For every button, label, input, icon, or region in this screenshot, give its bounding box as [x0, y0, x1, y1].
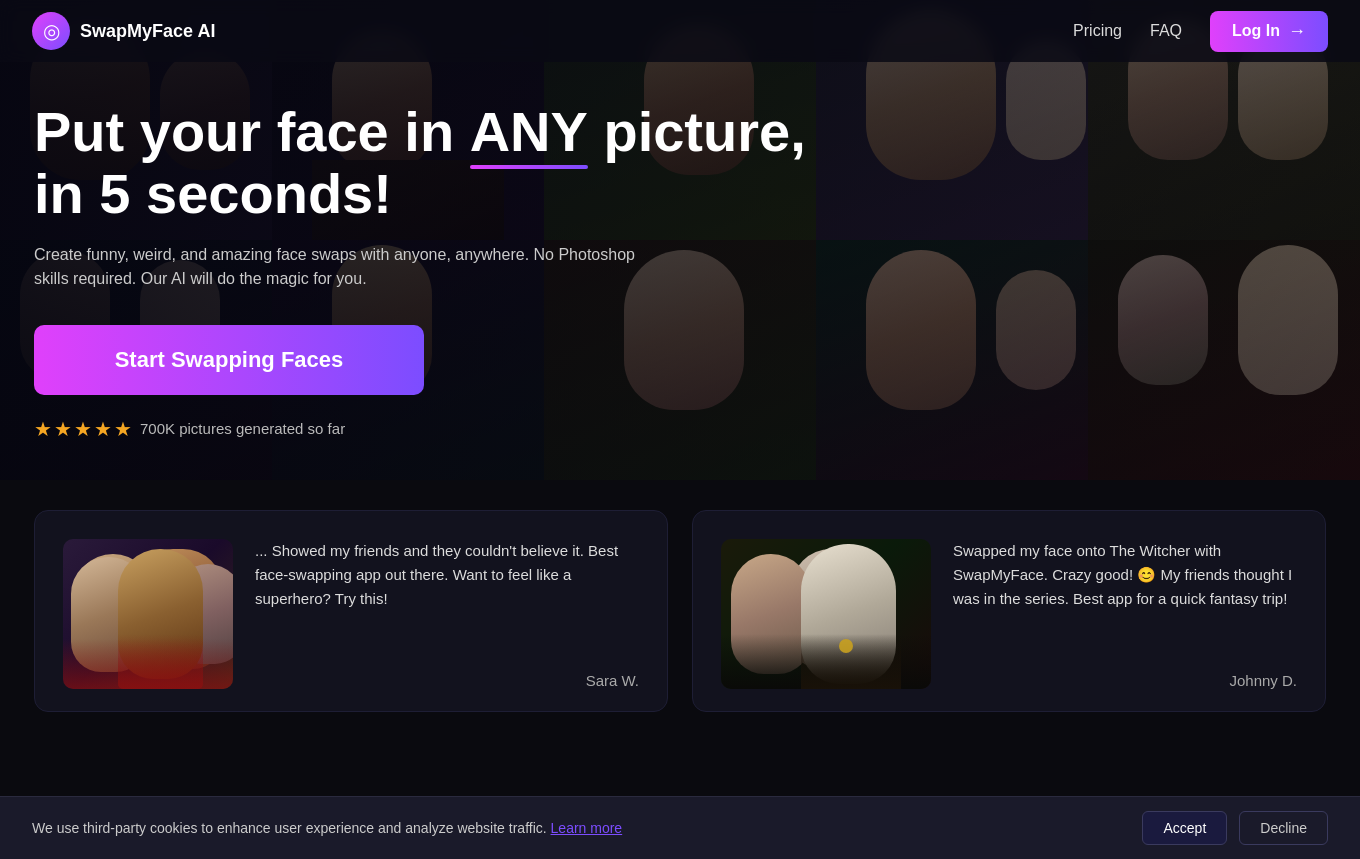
hero-title-highlight: ANY	[470, 101, 588, 163]
testimonial-card-1: ... Showed my friends and they couldn't …	[34, 510, 668, 712]
cookie-decline-button[interactable]: Decline	[1239, 811, 1328, 845]
hero-title-part1: Put your face in	[34, 100, 470, 163]
hero-subtitle: Create funny, weird, and amazing face sw…	[34, 243, 654, 291]
testimonial-text-2: Swapped my face onto The Witcher with Sw…	[953, 539, 1297, 611]
nav-left: ◎ SwapMyFace AI	[32, 12, 215, 50]
star-3: ★	[74, 417, 92, 441]
star-2: ★	[54, 417, 72, 441]
testimonial-content-1: ... Showed my friends and they couldn't …	[255, 539, 639, 689]
stars-row: ★ ★ ★ ★ ★ 700K pictures generated so far	[34, 417, 1360, 441]
stats-count: 700K pictures generated so far	[140, 420, 345, 437]
logo-icon: ◎	[32, 12, 70, 50]
hero-title: Put your face in ANY picture, in 5 secon…	[34, 101, 814, 224]
star-5: ★	[114, 417, 132, 441]
testimonial-content-2: Swapped my face onto The Witcher with Sw…	[953, 539, 1297, 689]
testimonial-author-2: Johnny D.	[953, 672, 1297, 689]
cta-button[interactable]: Start Swapping Faces	[34, 325, 424, 395]
testimonial-author-1: Sara W.	[255, 672, 639, 689]
cookie-text: We use third-party cookies to enhance us…	[32, 820, 1122, 836]
star-4: ★	[94, 417, 112, 441]
testimonial-image-1	[63, 539, 233, 689]
login-button[interactable]: Log In →	[1210, 11, 1328, 52]
star-rating: ★ ★ ★ ★ ★	[34, 417, 132, 441]
pricing-link[interactable]: Pricing	[1073, 22, 1122, 40]
hero-content: Put your face in ANY picture, in 5 secon…	[34, 62, 1360, 480]
navbar: ◎ SwapMyFace AI Pricing FAQ Log In →	[0, 0, 1360, 62]
faq-link[interactable]: FAQ	[1150, 22, 1182, 40]
cookie-buttons: Accept Decline	[1142, 811, 1328, 845]
star-1: ★	[34, 417, 52, 441]
cookie-accept-button[interactable]: Accept	[1142, 811, 1227, 845]
cookie-banner: We use third-party cookies to enhance us…	[0, 796, 1360, 859]
hero-section: Put your face in ANY picture, in 5 secon…	[0, 0, 1360, 480]
cookie-learn-more-link[interactable]: Learn more	[551, 820, 623, 836]
login-arrow-icon: →	[1288, 21, 1306, 42]
testimonials-section: ... Showed my friends and they couldn't …	[0, 480, 1360, 742]
testimonial-image-2	[721, 539, 931, 689]
brand-name: SwapMyFace AI	[80, 21, 215, 42]
testimonial-card-2: Swapped my face onto The Witcher with Sw…	[692, 510, 1326, 712]
nav-right: Pricing FAQ Log In →	[1073, 11, 1328, 52]
testimonial-text-1: ... Showed my friends and they couldn't …	[255, 539, 639, 611]
login-label: Log In	[1232, 22, 1280, 40]
